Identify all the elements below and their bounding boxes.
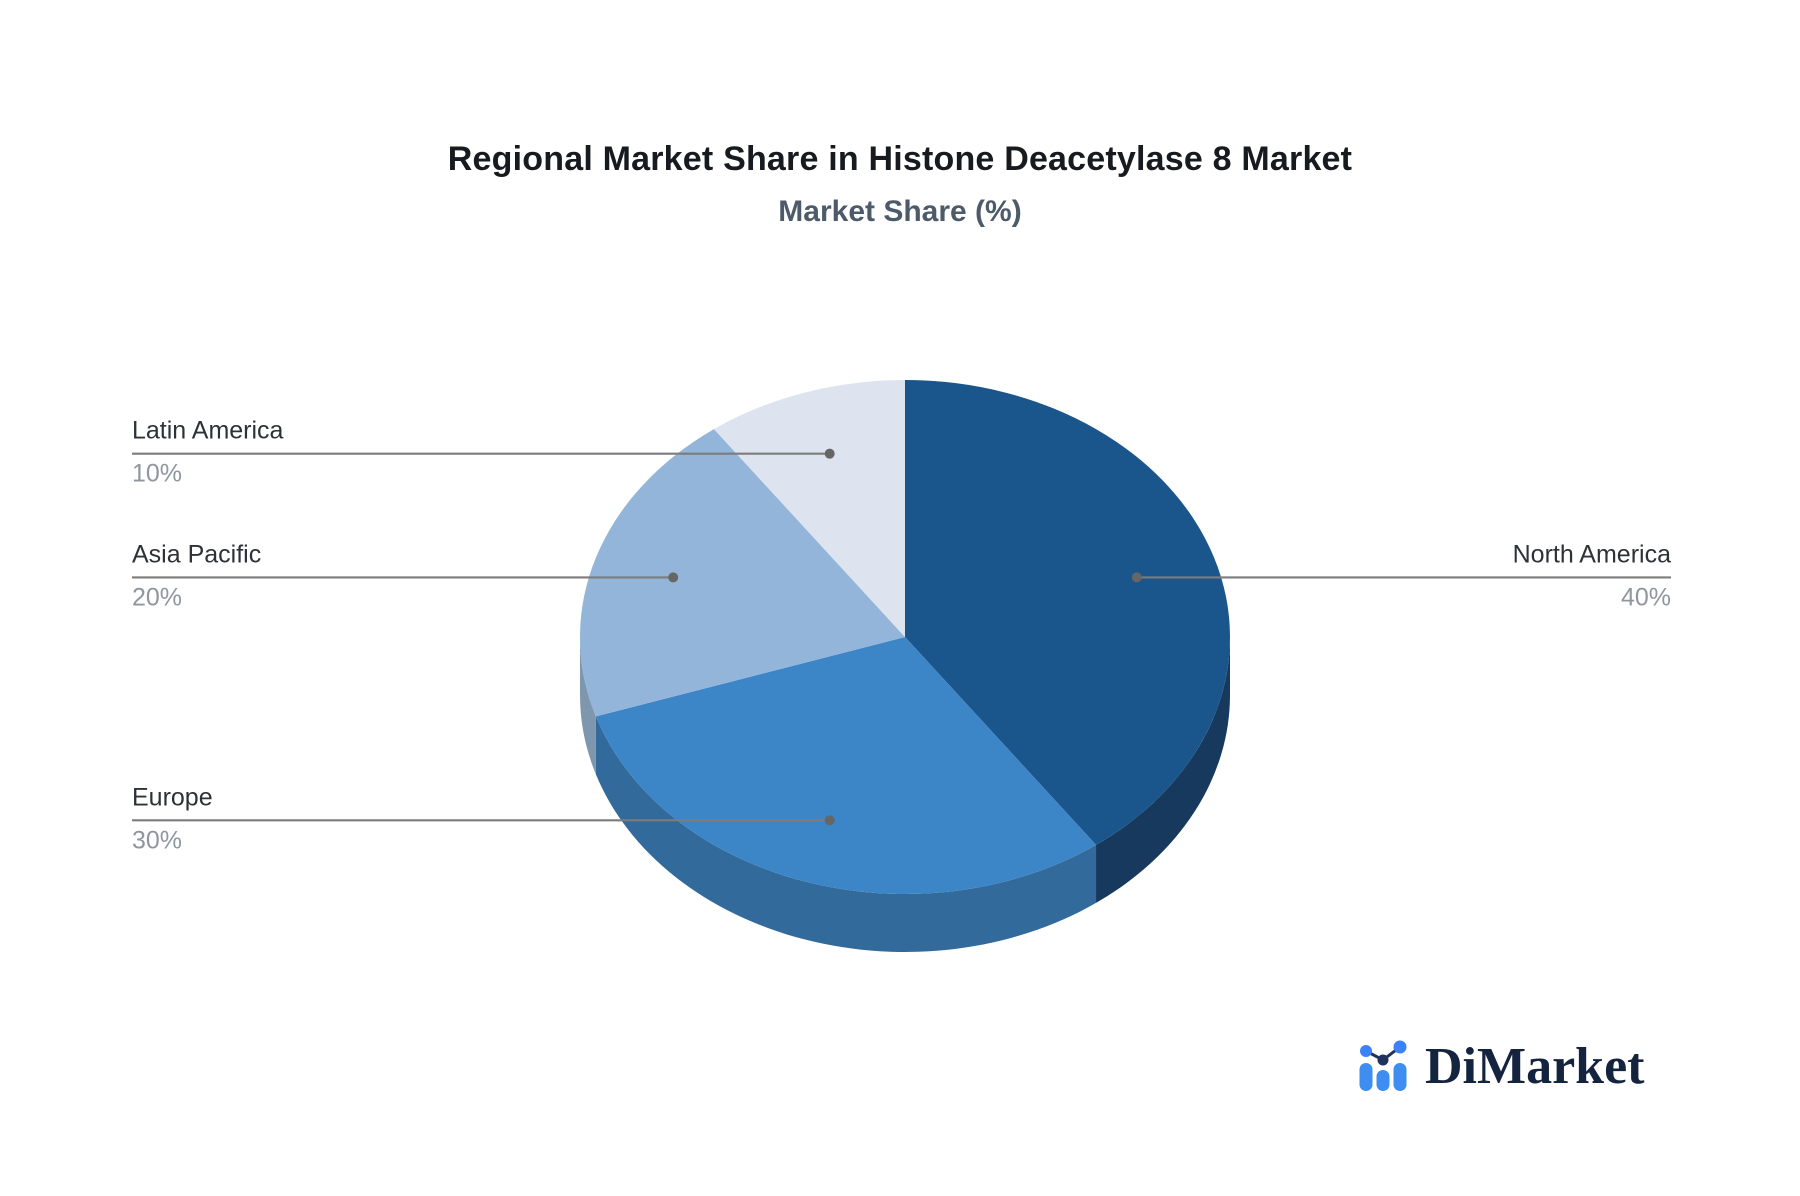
logo-dot-middle — [1377, 1054, 1389, 1066]
callout-label: Latin America — [132, 417, 284, 445]
pie-chart: North America 40% Europe 30% Asia Pacific 20%… — [132, 380, 1671, 952]
logo-text: DiMarket — [1425, 1038, 1645, 1095]
pie-top — [579, 380, 1230, 895]
callout-label: Europe — [132, 783, 213, 811]
callout-label: Asia Pacific — [132, 540, 261, 568]
logo-dot-left — [1360, 1045, 1372, 1058]
callout-dot — [824, 815, 835, 826]
dimarket-logo: DiMarket — [1356, 1038, 1644, 1096]
callout-value: 10% — [132, 460, 182, 488]
callout-value: 30% — [132, 826, 182, 854]
callout-dot — [1131, 572, 1142, 583]
callout-value: 40% — [1621, 583, 1671, 611]
callout-label: North America — [1513, 540, 1671, 568]
callout-dot — [668, 572, 679, 583]
logo-bar-middle — [1376, 1070, 1390, 1092]
logo-bar-right — [1393, 1063, 1407, 1092]
callout-dot — [824, 448, 835, 459]
logo-bar-left — [1359, 1063, 1373, 1092]
callout-value: 20% — [132, 583, 182, 611]
logo-bars-trend-icon — [1359, 1040, 1407, 1092]
logo-dot-right — [1393, 1040, 1407, 1054]
